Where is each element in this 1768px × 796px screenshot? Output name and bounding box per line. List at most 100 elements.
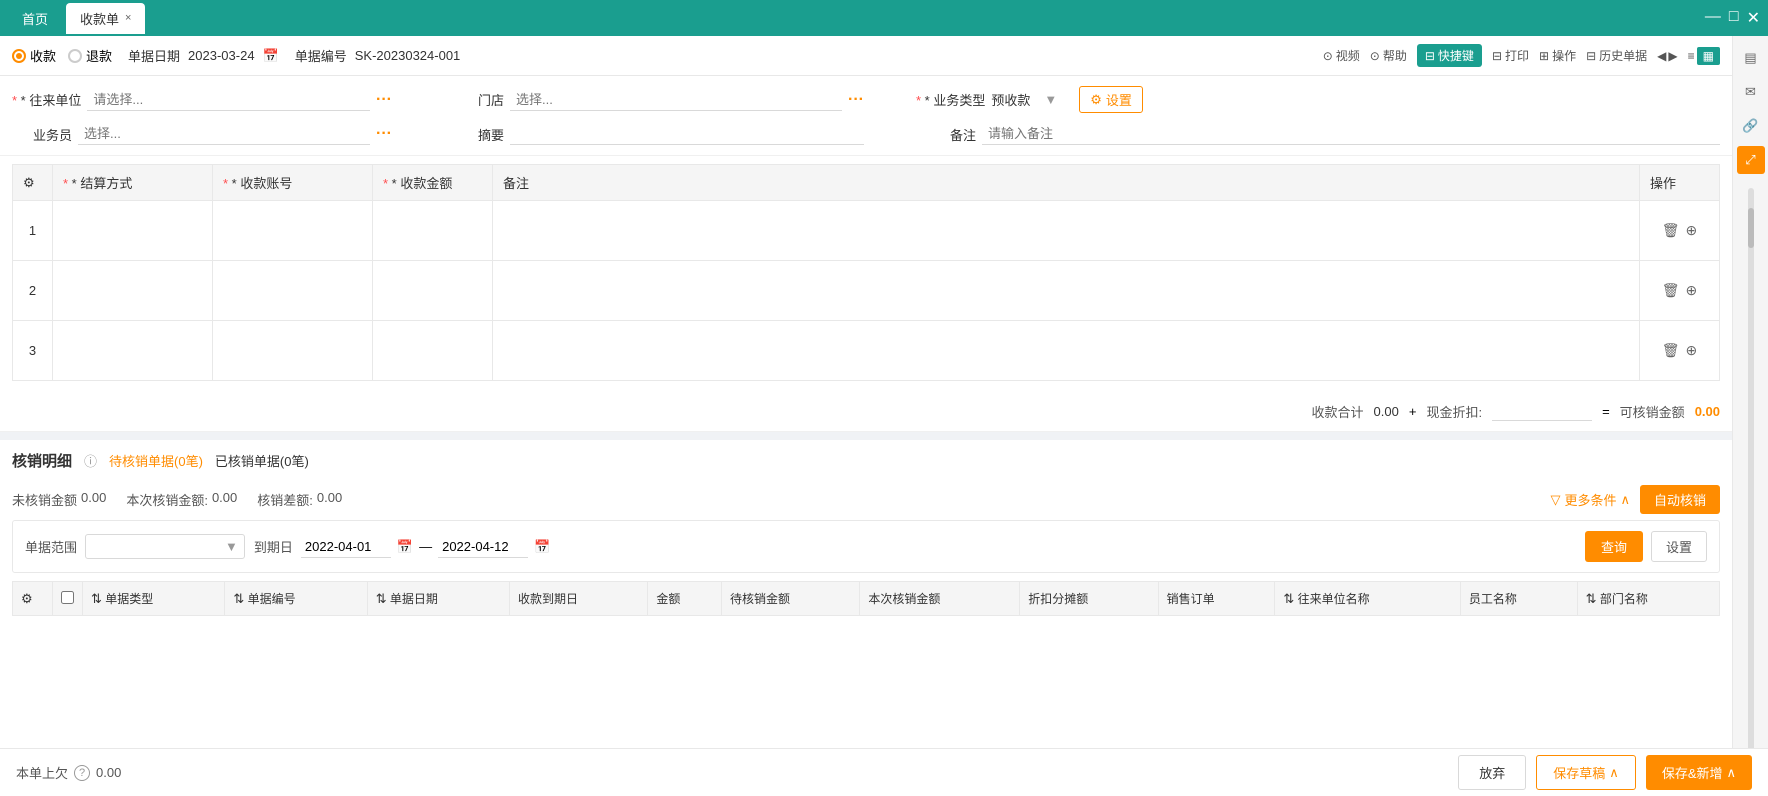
doc-date-label: 单据日期 — [128, 46, 180, 65]
calendar-icon[interactable]: 📅 — [263, 48, 279, 64]
summary-input[interactable] — [510, 123, 864, 145]
filter-right: 查询 设置 — [1585, 531, 1707, 562]
row-3-copy-icon[interactable]: ⊕ — [1686, 342, 1698, 359]
close-btn[interactable]: ✕ — [1747, 8, 1760, 28]
radio-shoukuan[interactable]: 收款 — [12, 46, 56, 65]
right-sidebar: ▤ ✉ 🔗 ⤢ — [1732, 36, 1768, 796]
row-2-settle[interactable] — [53, 261, 213, 321]
shortcut-btn[interactable]: ⊟ 快捷键 — [1417, 44, 1482, 67]
save-new-btn[interactable]: 保存&新增 ∧ — [1646, 755, 1752, 790]
more-conditions-btn[interactable]: ▽ 更多条件 ∧ — [1550, 490, 1630, 509]
counterparty-group: * 往来单位 ··· — [12, 89, 392, 111]
help-btn[interactable]: ⊙ 帮助 — [1370, 47, 1407, 64]
bottom-settings-icon[interactable]: ⚙ — [21, 591, 33, 606]
sidebar-link-icon[interactable]: 🔗 — [1737, 112, 1765, 140]
form-row-2: 业务员 ··· 摘要 备注 — [12, 123, 1720, 145]
remark-input[interactable] — [982, 123, 1720, 145]
next-btn[interactable]: ▶ — [1668, 49, 1677, 63]
prev-btn[interactable]: ◀ — [1657, 49, 1666, 63]
row-1-num: 1 — [13, 201, 53, 261]
bottom-col-docnum: ⇅ 单据编号 — [225, 582, 367, 616]
bottom-col-docdate: ⇅ 单据日期 — [367, 582, 509, 616]
tab-close-icon[interactable]: × — [125, 12, 131, 24]
salesperson-label: 业务员 — [12, 125, 72, 144]
col-settle-header: * 结算方式 — [53, 165, 213, 201]
row-1-copy-icon[interactable]: ⊕ — [1686, 222, 1698, 239]
cal-from-icon[interactable]: 📅 — [397, 539, 413, 555]
maximize-btn[interactable]: □ — [1729, 8, 1739, 28]
table-row: 2 🗑 ⊕ — [13, 261, 1720, 321]
store-more-icon[interactable]: ··· — [848, 91, 864, 109]
minimize-btn[interactable]: — — [1705, 8, 1721, 28]
table-settings-icon[interactable]: ⚙ — [23, 175, 35, 190]
query-btn[interactable]: 查询 — [1585, 531, 1643, 562]
counterparty-more-icon[interactable]: ··· — [376, 91, 392, 109]
list-view-icon[interactable]: ≡ — [1688, 47, 1695, 65]
row-1-op: 🗑 ⊕ — [1640, 201, 1720, 261]
radio-tuikuan[interactable]: 退款 — [68, 46, 112, 65]
pending-tab[interactable]: 待核销单据(0笔) — [109, 451, 203, 470]
row-3-delete-icon[interactable]: 🗑 — [1662, 342, 1680, 359]
verify-info-icon[interactable]: ⓘ — [84, 451, 97, 470]
grid-view-icon[interactable]: ▦ — [1697, 47, 1720, 65]
row-1-account[interactable] — [213, 201, 373, 261]
col-amount-header: * 收款金额 — [373, 165, 493, 201]
unchecked-value: 0.00 — [81, 490, 106, 509]
date-range: 📅 — 📅 — [301, 536, 550, 558]
scrollbar-thumb[interactable] — [1748, 208, 1754, 248]
tab-current[interactable]: 收款单 × — [66, 3, 145, 34]
date-to-input[interactable] — [438, 536, 528, 558]
print-btn[interactable]: ⊟ 打印 — [1492, 47, 1529, 64]
row-1-remark[interactable] — [493, 201, 1640, 261]
abandon-btn[interactable]: 放弃 — [1458, 755, 1526, 790]
date-separator: — — [419, 539, 432, 554]
info-icon[interactable]: ? — [74, 765, 90, 781]
store-input[interactable] — [510, 89, 842, 111]
video-btn[interactable]: ⊙ 视频 — [1323, 47, 1360, 64]
sidebar-table-icon[interactable]: ▤ — [1737, 44, 1765, 72]
row-3-amount[interactable] — [373, 321, 493, 381]
range-select[interactable] — [85, 534, 245, 559]
tab-home[interactable]: 首页 — [8, 3, 62, 34]
doc-num-value: SK-20230324-001 — [355, 48, 461, 63]
done-tab[interactable]: 已核销单据(0笔) — [215, 451, 309, 470]
sidebar-mail-icon[interactable]: ✉ — [1737, 78, 1765, 106]
salesperson-input[interactable] — [78, 123, 370, 145]
history-btn[interactable]: ⊟ 历史单据 — [1586, 47, 1647, 64]
row-2-copy-icon[interactable]: ⊕ — [1686, 282, 1698, 299]
filter-icon: ▽ — [1550, 492, 1560, 508]
range-label: 单据范围 — [25, 537, 77, 556]
draft-btn[interactable]: 保存草稿 ∧ — [1536, 755, 1636, 790]
row-2-remark[interactable] — [493, 261, 1640, 321]
chevron-up-icon: ∧ — [1620, 492, 1630, 508]
page-footer: 本单上欠 ? 0.00 放弃 保存草稿 ∧ 保存&新增 ∧ — [0, 748, 1768, 796]
row-3-account[interactable] — [213, 321, 373, 381]
radio-shoukuan-label: 收款 — [30, 46, 56, 65]
discount-input[interactable] — [1492, 401, 1592, 421]
col-account-header: * 收款账号 — [213, 165, 373, 201]
salesperson-more-icon[interactable]: ··· — [376, 125, 392, 143]
sidebar-expand-icon[interactable]: ⤢ — [1737, 146, 1765, 174]
bottom-col-doctype: ⇅ 单据类型 — [83, 582, 225, 616]
select-all-checkbox[interactable] — [61, 591, 74, 604]
tab-current-label: 收款单 — [80, 9, 119, 28]
radio-group: 收款 退款 — [12, 46, 112, 65]
row-3-settle[interactable] — [53, 321, 213, 381]
row-3-remark[interactable] — [493, 321, 1640, 381]
cal-to-icon[interactable]: 📅 — [534, 539, 550, 555]
operation-btn[interactable]: ⊞ 操作 — [1539, 47, 1576, 64]
counterparty-input[interactable] — [87, 89, 370, 111]
row-1-settle[interactable] — [53, 201, 213, 261]
row-2-amount[interactable] — [373, 261, 493, 321]
business-type-dropdown-icon[interactable]: ▼ — [1044, 92, 1057, 107]
filter-settings-btn[interactable]: 设置 — [1651, 531, 1707, 562]
row-1-delete-icon[interactable]: 🗑 — [1662, 222, 1680, 239]
settings-button[interactable]: ⚙ 设置 — [1079, 86, 1143, 113]
row-1-amount[interactable] — [373, 201, 493, 261]
row-2-delete-icon[interactable]: 🗑 — [1662, 282, 1680, 299]
row-2-account[interactable] — [213, 261, 373, 321]
auto-verify-btn[interactable]: 自动核销 — [1640, 485, 1720, 514]
date-from-input[interactable] — [301, 536, 391, 558]
store-label: 门店 — [444, 90, 504, 109]
verify-section: 核销明细 ⓘ 待核销单据(0笔) 已核销单据(0笔) 未核销金额 0.00 本次… — [0, 432, 1732, 626]
